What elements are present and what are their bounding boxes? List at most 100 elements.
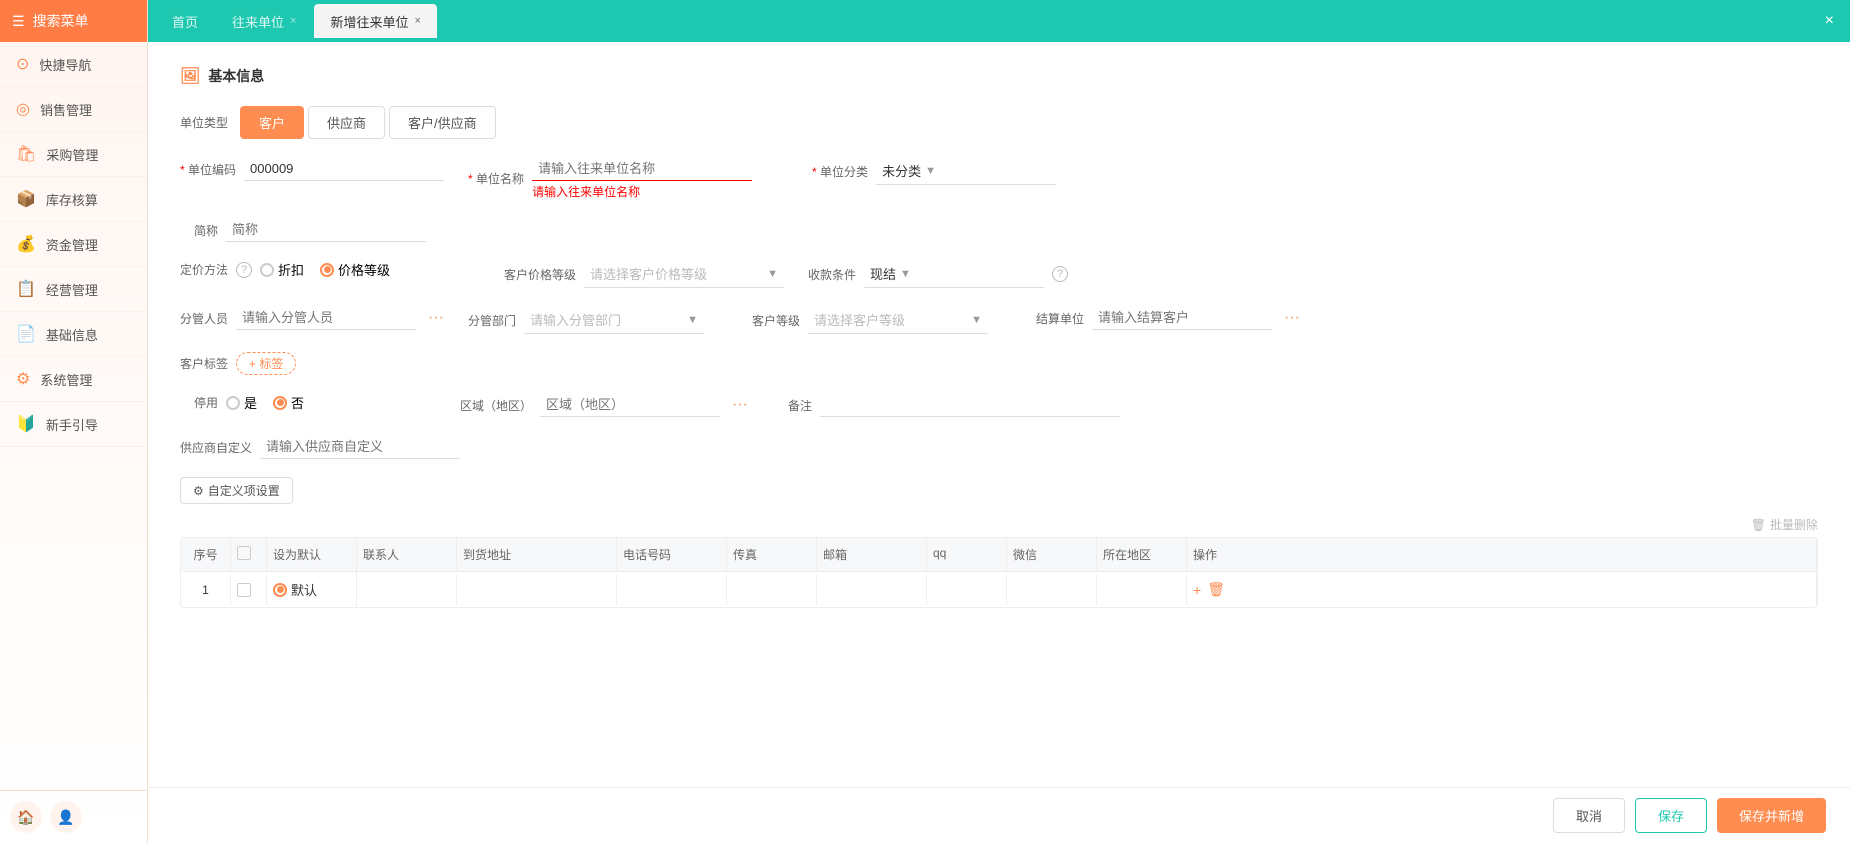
- th-email: 邮箱: [817, 538, 927, 571]
- unit-name-error: 请输入往来单位名称: [532, 183, 752, 200]
- payment-help-icon[interactable]: ?: [1052, 266, 1068, 282]
- sidebar-item-label: 经营管理: [46, 280, 98, 299]
- pricing-level[interactable]: 价格等级: [320, 260, 390, 279]
- qq-input[interactable]: [933, 583, 1000, 597]
- abbr-input[interactable]: [226, 218, 426, 242]
- region-input[interactable]: [540, 393, 720, 417]
- unit-type-label: 单位类型: [180, 114, 228, 131]
- row-default-radio[interactable]: 默认: [273, 580, 350, 599]
- cust-price-arrow: ▼: [767, 268, 778, 280]
- fax-input[interactable]: [733, 583, 810, 597]
- settlement-input[interactable]: [1092, 306, 1272, 330]
- window-close-btn[interactable]: ×: [1817, 8, 1842, 34]
- tab-partners[interactable]: 往来单位 ×: [216, 4, 312, 38]
- save-add-button[interactable]: 保存并新增: [1717, 798, 1826, 833]
- discount-radio[interactable]: [260, 263, 274, 277]
- tab-partners-close[interactable]: ×: [290, 15, 296, 27]
- yes-radio[interactable]: [226, 396, 240, 410]
- sidebar-item-label: 库存核算: [46, 190, 98, 209]
- tags-label: 客户标签: [180, 355, 228, 372]
- tab-new-partner-close[interactable]: ×: [414, 15, 420, 27]
- type-btn-both[interactable]: 客户/供应商: [389, 106, 496, 139]
- pricing-help-icon[interactable]: ?: [236, 262, 252, 278]
- td-fax: [727, 575, 817, 605]
- sidebar-item-inventory[interactable]: 📦 库存核算: [0, 177, 147, 222]
- sidebar-item-purchase[interactable]: 🛍 采购管理: [0, 132, 147, 177]
- disable-no[interactable]: 否: [273, 393, 304, 412]
- sidebar-item-quick-nav[interactable]: ⊙ 快捷导航: [0, 42, 147, 87]
- remark-label: 备注: [788, 397, 812, 414]
- add-tag-btn[interactable]: + 标签: [236, 352, 296, 375]
- price-level-radio[interactable]: [320, 263, 334, 277]
- no-radio[interactable]: [273, 396, 287, 410]
- cust-level-select[interactable]: 请选择客户等级 ▼: [808, 306, 988, 334]
- region-table-input[interactable]: [1103, 583, 1180, 597]
- payment-field: 收款条件 现结 ▼ ?: [808, 260, 1068, 288]
- td-contact: [357, 575, 457, 605]
- code-name-cat-row: 单位编码 单位名称 请输入往来单位名称 单位分类 未分类 ▼: [180, 157, 1818, 200]
- td-weixin: [1007, 575, 1097, 605]
- sidebar-home-btn[interactable]: 🏠: [10, 801, 42, 833]
- sidebar-item-system[interactable]: ⚙ 系统管理: [0, 357, 147, 402]
- save-button[interactable]: 保存: [1635, 798, 1707, 833]
- sidebar-user-btn[interactable]: 👤: [50, 801, 82, 833]
- sidebar: ☰ 搜索菜单 ⊙ 快捷导航 ◎ 销售管理 🛍 采购管理 📦 库存核算 💰 资金管…: [0, 0, 148, 843]
- supplier-custom-input[interactable]: [260, 435, 460, 459]
- sidebar-item-label: 基础信息: [46, 325, 98, 344]
- manager-dots[interactable]: ···: [428, 309, 444, 327]
- sidebar-item-label: 系统管理: [40, 370, 92, 389]
- dept-select[interactable]: 请输入分管部门 ▼: [524, 306, 704, 334]
- delete-row-btn[interactable]: 🗑: [1207, 581, 1225, 598]
- abbr-row: 简称: [180, 218, 1818, 242]
- manager-input[interactable]: [236, 306, 416, 330]
- weixin-input[interactable]: [1013, 583, 1090, 597]
- td-seq: 1: [181, 575, 231, 605]
- payment-arrow: ▼: [900, 268, 911, 280]
- type-btn-supplier[interactable]: 供应商: [308, 106, 385, 139]
- remark-input[interactable]: [820, 393, 1120, 417]
- supplier-custom-row: 供应商自定义: [180, 435, 1818, 459]
- row-checkbox[interactable]: [237, 583, 251, 597]
- cancel-button[interactable]: 取消: [1553, 798, 1625, 833]
- th-contact: 联系人: [357, 538, 457, 571]
- pricing-discount[interactable]: 折扣: [260, 260, 304, 279]
- td-addr: [457, 575, 617, 605]
- th-check: [231, 538, 267, 571]
- type-btn-customer[interactable]: 客户: [240, 106, 304, 139]
- default-radio-circle[interactable]: [273, 583, 287, 597]
- cust-level-placeholder: 请选择客户等级: [814, 310, 967, 329]
- email-input[interactable]: [823, 583, 920, 597]
- unit-category-value: 未分类: [882, 161, 921, 180]
- tab-home[interactable]: 首页: [156, 4, 214, 38]
- disable-yes[interactable]: 是: [226, 393, 257, 412]
- sidebar-item-beginner[interactable]: 🔰 新手引导: [0, 402, 147, 447]
- contact-input[interactable]: [363, 583, 450, 597]
- unit-category-select[interactable]: 未分类 ▼: [876, 157, 1056, 185]
- section-basic-info: 🖼 基本信息: [180, 66, 1818, 86]
- table-select-all[interactable]: [237, 546, 251, 560]
- sidebar-item-sales[interactable]: ◎ 销售管理: [0, 87, 147, 132]
- pricing-label: 定价方法: [180, 261, 228, 278]
- settlement-dots[interactable]: ···: [1284, 309, 1300, 327]
- addr-input[interactable]: [463, 583, 610, 597]
- supplier-custom-field: 供应商自定义: [180, 435, 460, 459]
- sidebar-item-operations[interactable]: 📋 经营管理: [0, 267, 147, 312]
- tel-input[interactable]: [623, 583, 720, 597]
- default-label: 默认: [291, 580, 317, 599]
- td-check: [231, 575, 267, 605]
- tab-new-partner[interactable]: 新增往来单位 ×: [314, 4, 436, 38]
- no-label: 否: [291, 393, 304, 412]
- search-menu-btn[interactable]: ☰ 搜索菜单: [0, 0, 147, 42]
- payment-select[interactable]: 现结 ▼: [864, 260, 1044, 288]
- cust-price-placeholder: 请选择客户价格等级: [590, 264, 763, 283]
- cust-price-select[interactable]: 请选择客户价格等级 ▼: [584, 260, 784, 288]
- add-row-btn[interactable]: +: [1193, 582, 1201, 598]
- tab-new-partner-label: 新增往来单位: [330, 12, 408, 31]
- batch-delete-label[interactable]: 批量删除: [1770, 516, 1818, 533]
- custom-settings-btn[interactable]: ⚙ 自定义项设置: [180, 477, 293, 504]
- sidebar-item-finance[interactable]: 💰 资金管理: [0, 222, 147, 267]
- region-dots[interactable]: ···: [732, 396, 748, 414]
- unit-code-input[interactable]: [244, 157, 444, 181]
- sidebar-item-basic-info[interactable]: 📄 基础信息: [0, 312, 147, 357]
- unit-name-input[interactable]: [532, 157, 752, 181]
